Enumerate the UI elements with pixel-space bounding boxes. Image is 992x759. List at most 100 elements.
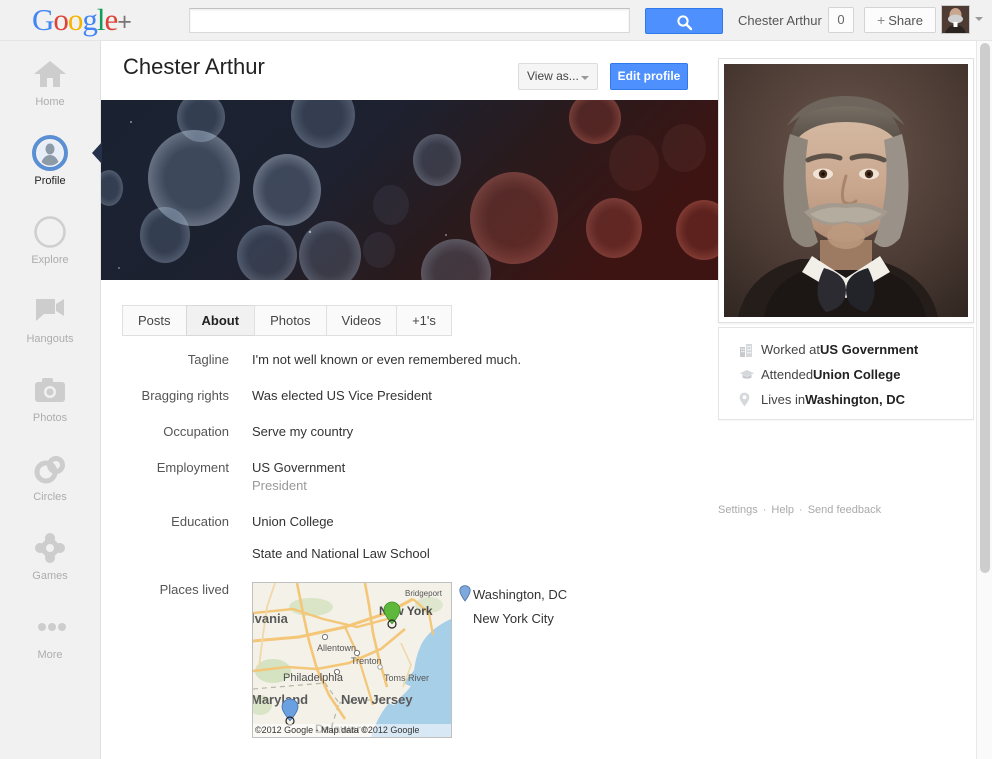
info-row-value[interactable]: Washington, DC (805, 392, 905, 407)
edit-profile-button[interactable]: Edit profile (610, 63, 688, 90)
education-entry: Union College (252, 514, 334, 529)
place-name: New York City (473, 611, 554, 626)
location-pin-icon (739, 392, 761, 407)
tab-about[interactable]: About (185, 305, 256, 336)
info-row-prefix: Attended (761, 367, 814, 382)
profile-icon (0, 133, 100, 173)
left-sidebar-navigation: Home Profile Explore Hangouts Photos Cir… (0, 41, 101, 759)
info-row-value[interactable]: US Government (820, 342, 918, 357)
send-feedback-link[interactable]: Send feedback (808, 504, 881, 516)
field-value: Bridgeport New York lvania Allentown Tre… (229, 582, 567, 738)
profile-photo-image (724, 64, 968, 317)
field-value: Union College State and National Law Sch… (229, 514, 430, 561)
graduation-cap-icon (739, 368, 761, 381)
profile-tabs: Posts About Photos Videos +1's (122, 305, 452, 336)
tab-photos[interactable]: Photos (254, 305, 327, 336)
map-label: Bridgeport (405, 589, 443, 598)
search-input[interactable] (189, 8, 630, 33)
share-button[interactable]: + Share (864, 7, 936, 33)
info-row-prefix: Worked at (761, 342, 821, 357)
sidebar-item-label: More (37, 649, 63, 661)
map-image: Bridgeport New York lvania Allentown Tre… (253, 583, 451, 737)
view-as-button[interactable]: View as... (518, 63, 598, 90)
place-name: Washington, DC (473, 587, 568, 602)
search-button[interactable] (645, 8, 723, 34)
more-dots-icon (0, 607, 100, 647)
tab-posts[interactable]: Posts (122, 305, 187, 336)
help-link[interactable]: Help (771, 504, 794, 516)
sidebar-item-label: Circles (33, 491, 67, 503)
places-lived-list: Washington, DC New York City (452, 582, 567, 738)
avatar[interactable] (941, 5, 970, 34)
notifications-button[interactable]: 0 (828, 7, 854, 33)
field-places-lived: Places lived Bridgeport New York lvania … (101, 582, 720, 738)
map-label: Maryland (253, 692, 308, 707)
field-bragging-rights: Bragging rights Was elected US Vice Pres… (101, 388, 720, 403)
education-entry: State and National Law School (252, 546, 430, 561)
location-pin-icon (459, 585, 471, 608)
field-label: Employment (156, 460, 229, 475)
account-chevron-down-icon[interactable] (975, 17, 983, 21)
video-chat-icon (0, 291, 100, 331)
field-label: Education (171, 514, 229, 529)
google-plus-logo[interactable]: Google+ (32, 1, 132, 41)
scrollbar-thumb[interactable] (980, 43, 990, 573)
field-employment: Employment US Government President (101, 460, 720, 493)
sidebar-item-home[interactable]: Home (0, 41, 100, 120)
profile-photo-card[interactable] (718, 58, 974, 323)
footer-separator: · (762, 504, 767, 516)
sidebar-item-circles[interactable]: Circles (0, 436, 100, 515)
map-label: Toms River (384, 673, 429, 683)
google-plus-profile-page: Google+ Chester Arthur 0 + Share Home Pr… (0, 0, 992, 759)
field-value: Was elected US Vice President (252, 388, 432, 403)
map-label: Trenton (351, 656, 382, 666)
building-icon (739, 343, 761, 357)
cover-photo-image (101, 100, 720, 280)
settings-link[interactable]: Settings (718, 504, 758, 516)
sidebar-item-label: Games (32, 570, 68, 582)
field-value: Serve my country (252, 424, 354, 439)
profile-summary-card: Worked at US Government Attended Union C… (718, 327, 974, 420)
sidebar-item-photos[interactable]: Photos (0, 357, 100, 436)
sidebar-item-more[interactable]: More (0, 594, 100, 673)
sidebar-item-games[interactable]: Games (0, 515, 100, 594)
sidebar-item-hangouts[interactable]: Hangouts (0, 278, 100, 357)
places-lived-map[interactable]: Bridgeport New York lvania Allentown Tre… (252, 582, 452, 738)
sidebar-item-label: Profile (34, 175, 66, 187)
sidebar-item-profile[interactable]: Profile (0, 120, 100, 199)
compass-icon (0, 212, 100, 252)
info-row-value[interactable]: Union College (813, 367, 900, 382)
sidebar-item-label: Home (35, 96, 65, 108)
field-label: Tagline (187, 352, 229, 367)
tab-videos[interactable]: Videos (325, 305, 398, 336)
field-education: Education Union College State and Nation… (101, 514, 720, 561)
field-label: Occupation (163, 424, 229, 439)
field-value: US Government President (229, 460, 345, 493)
tab-plus-ones[interactable]: +1's (396, 305, 452, 336)
logo-plus-sign: + (117, 8, 132, 36)
field-value: I'm not well known or even remembered mu… (252, 352, 522, 367)
page-title: Chester Arthur (123, 54, 265, 79)
sidebar-item-label: Explore (31, 254, 69, 266)
field-tagline: Tagline I'm not well known or even remem… (101, 352, 720, 367)
cover-pointer-arrow (92, 142, 102, 164)
info-row-lives-in: Lives in Washington, DC (719, 387, 973, 412)
view-as-label: View as... (527, 69, 579, 83)
cover-photo[interactable] (101, 100, 720, 280)
info-row-worked-at: Worked at US Government (719, 337, 973, 362)
employment-title: President (252, 478, 307, 493)
map-label: New Jersey (341, 692, 413, 707)
info-row-attended: Attended Union College (719, 362, 973, 387)
circles-icon (0, 449, 100, 489)
games-icon (0, 528, 100, 568)
share-button-label: Share (888, 13, 923, 28)
footer-links: Settings · Help · Send feedback (718, 504, 881, 516)
current-user-name[interactable]: Chester Arthur (738, 13, 822, 28)
sidebar-item-explore[interactable]: Explore (0, 199, 100, 278)
list-item: New York City (459, 608, 567, 629)
employment-organization: US Government (252, 460, 346, 475)
sidebar-item-label: Hangouts (26, 333, 74, 345)
page-scrollbar[interactable] (976, 41, 992, 759)
sidebar-item-label: Photos (32, 412, 68, 424)
map-label: lvania (253, 611, 289, 626)
